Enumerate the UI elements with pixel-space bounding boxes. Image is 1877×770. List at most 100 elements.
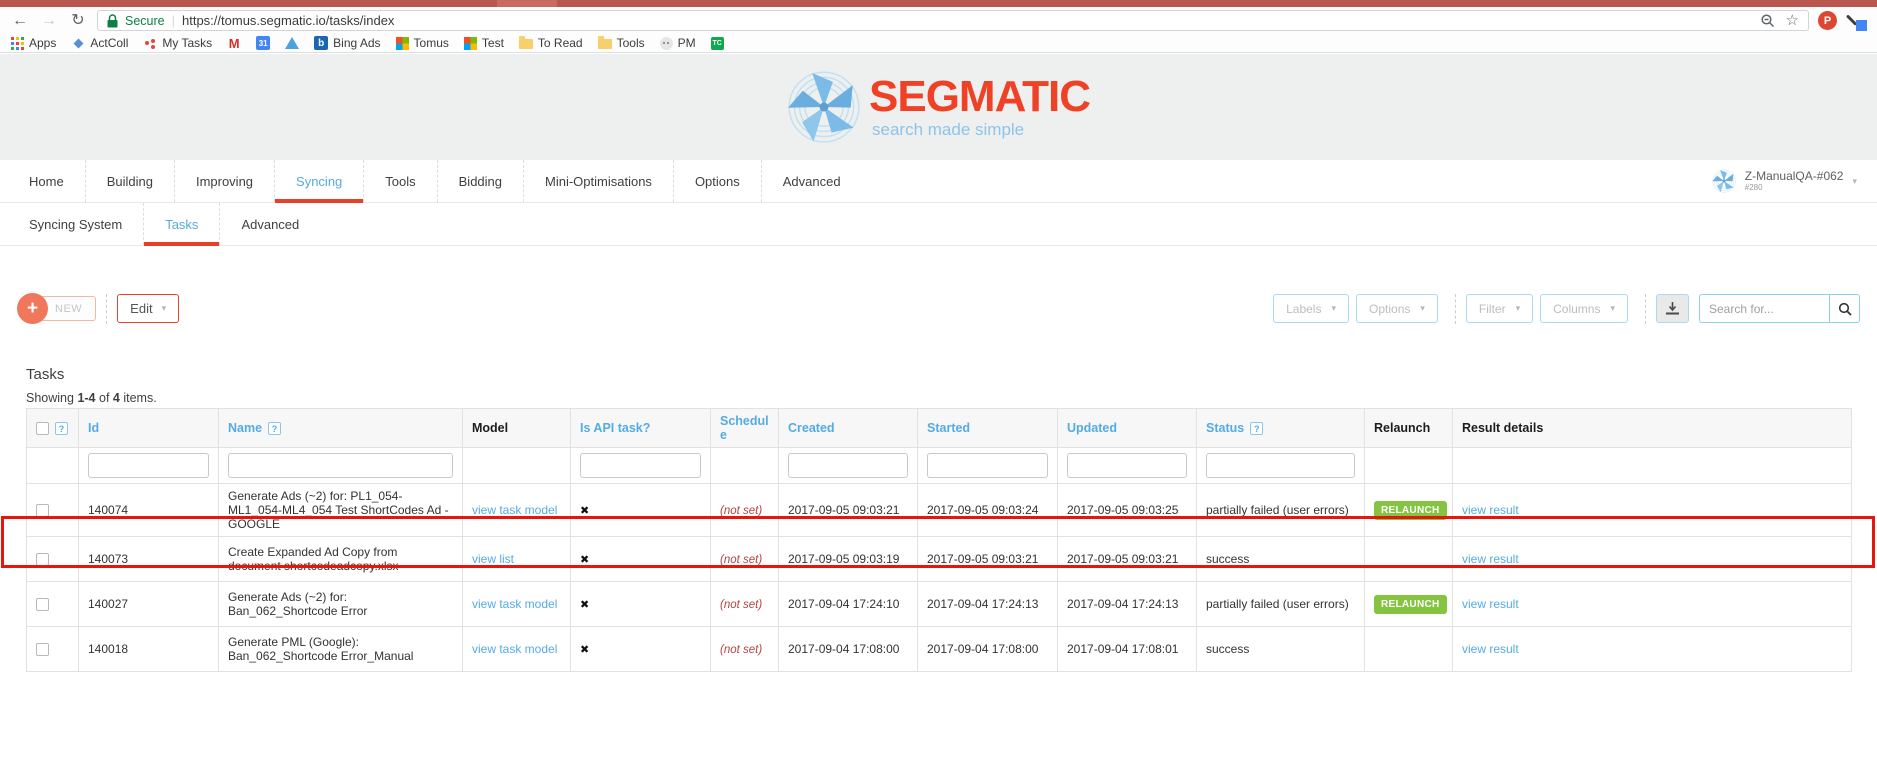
extension-p-icon[interactable]: P [1818, 11, 1837, 30]
tab-bidding[interactable]: Bidding [436, 160, 523, 202]
forward-button[interactable]: → [39, 11, 59, 31]
bookmark-my-tasks[interactable]: My Tasks [143, 36, 212, 50]
cross-icon: ✖ [580, 598, 590, 611]
user-account-menu[interactable]: Z-ManualQA-#062 #280 ▾ [1712, 160, 1877, 202]
cell-id: 140073 [78, 536, 219, 582]
help-icon[interactable]: ? [1250, 422, 1264, 435]
bookmark-actcoll[interactable]: ActColl [71, 36, 128, 50]
url-text: https://tomus.segmatic.io/tasks/index [182, 13, 395, 28]
toolbar-divider [1645, 293, 1646, 324]
filter-input-started[interactable] [927, 453, 1048, 478]
view-result-link[interactable]: view result [1462, 642, 1519, 656]
search-icon [1838, 302, 1852, 316]
cell-name: Create Expanded Ad Copy from document sh… [218, 536, 463, 582]
help-icon[interactable]: ? [55, 421, 68, 435]
bookmark-test[interactable]: Test [463, 36, 504, 50]
subtab-advanced[interactable]: Advanced [219, 203, 320, 245]
row-checkbox[interactable] [36, 504, 49, 518]
col-header-updated[interactable]: Updated [1067, 421, 1117, 435]
bookmark-analytics[interactable] [285, 37, 300, 49]
cell-created: 2017-09-05 09:03:19 [778, 536, 918, 582]
refresh-button[interactable]: ↻ [68, 11, 88, 31]
download-icon [1666, 302, 1679, 315]
new-button[interactable]: + NEW [17, 293, 97, 324]
tab-building[interactable]: Building [84, 160, 174, 202]
col-header-name[interactable]: Name [228, 421, 262, 435]
bookmarks-bar: Apps ActColl My Tasks M 31 b Bing Ads Tom… [0, 34, 1877, 53]
filter-input-id[interactable] [88, 453, 209, 478]
page-title: Tasks [26, 366, 65, 383]
bookmark-apps[interactable]: Apps [10, 36, 56, 50]
search-button[interactable] [1829, 294, 1860, 323]
row-checkbox[interactable] [36, 643, 49, 657]
cell-id: 140018 [78, 626, 219, 672]
relaunch-button[interactable]: RELAUNCH [1374, 594, 1447, 614]
col-header-id[interactable]: Id [88, 421, 99, 435]
logo-title: SEGMATIC [869, 71, 1091, 121]
col-header-schedule[interactable]: Schedule [720, 414, 769, 442]
view-result-link[interactable]: view result [1462, 552, 1519, 566]
tab-options[interactable]: Options [672, 160, 761, 202]
bookmark-gmail[interactable]: M [227, 36, 241, 51]
address-bar[interactable]: Secure | https://tomus.segmatic.io/tasks… [97, 10, 1809, 31]
masthead: SEGMATIC search made simple [0, 54, 1877, 160]
bookmark-bing-ads[interactable]: b Bing Ads [314, 36, 381, 50]
tab-improving[interactable]: Improving [173, 160, 274, 202]
main-nav: Home Building Improving Syncing Tools Bi… [0, 160, 1877, 203]
row-checkbox[interactable] [36, 553, 49, 567]
color-picker-extension-icon[interactable] [1846, 10, 1867, 31]
filter-input-created[interactable] [788, 453, 908, 478]
model-link[interactable]: view task model [472, 503, 557, 517]
relaunch-button[interactable]: RELAUNCH [1374, 500, 1447, 520]
cell-updated: 2017-09-04 17:08:01 [1057, 626, 1197, 672]
tab-syncing[interactable]: Syncing [274, 160, 364, 203]
options-dropdown-button[interactable]: Options ▾ [1356, 294, 1438, 323]
bookmark-tools[interactable]: Tools [597, 36, 645, 50]
col-header-started[interactable]: Started [927, 421, 970, 435]
subtab-syncing-system[interactable]: Syncing System [8, 203, 143, 245]
table-row-highlighted: 140073 Create Expanded Ad Copy from docu… [26, 536, 1852, 582]
browser-tab-edge [497, 0, 557, 7]
col-header-model: Model [462, 408, 571, 448]
model-link[interactable]: view list [472, 552, 514, 566]
bookmark-calendar[interactable]: 31 [256, 36, 271, 50]
bookmark-pm[interactable]: PM [659, 36, 696, 50]
row-checkbox[interactable] [36, 598, 49, 612]
cell-name: Generate Ads (~2) for: Ban_062_Shortcode… [218, 581, 463, 627]
tab-advanced[interactable]: Advanced [760, 160, 862, 202]
address-bar-divider: | [171, 13, 175, 28]
col-header-status[interactable]: Status [1206, 421, 1244, 435]
columns-dropdown-button[interactable]: Columns ▾ [1540, 294, 1628, 323]
tab-mini-optimisations[interactable]: Mini-Optimisations [523, 160, 673, 202]
filter-input-name[interactable] [228, 453, 453, 478]
cell-name: Generate PML (Google): Ban_062_Shortcode… [218, 626, 463, 672]
bookmark-to-read[interactable]: To Read [518, 36, 583, 50]
filter-input-updated[interactable] [1067, 453, 1187, 478]
bookmark-tomus[interactable]: Tomus [395, 36, 449, 50]
zoom-out-icon[interactable] [1760, 13, 1776, 29]
col-header-is-api-task[interactable]: Is API task? [580, 421, 650, 435]
filter-input-is-api-task[interactable] [580, 453, 701, 478]
view-result-link[interactable]: view result [1462, 597, 1519, 611]
help-icon[interactable]: ? [268, 422, 282, 435]
subtab-tasks[interactable]: Tasks [143, 203, 220, 246]
export-download-button[interactable] [1656, 294, 1689, 323]
view-result-link[interactable]: view result [1462, 503, 1519, 517]
bookmark-teamcity[interactable]: TC [710, 36, 724, 50]
filter-input-status[interactable] [1206, 453, 1355, 478]
labels-dropdown-button[interactable]: Labels ▾ [1273, 294, 1350, 323]
col-header-created[interactable]: Created [788, 421, 835, 435]
grid-toolbar: + NEW Edit ▾ Labels ▾ Options ▾ Filter ▾… [17, 293, 1860, 324]
model-link[interactable]: view task model [472, 642, 557, 656]
back-button[interactable]: ← [10, 11, 30, 31]
tiles-favicon-icon [395, 36, 409, 50]
bookmark-star-icon[interactable]: ☆ [1786, 13, 1799, 28]
tab-tools[interactable]: Tools [363, 160, 436, 202]
search-input[interactable] [1699, 294, 1829, 323]
select-all-checkbox[interactable] [36, 422, 49, 436]
model-link[interactable]: view task model [472, 597, 557, 611]
filter-dropdown-button[interactable]: Filter ▾ [1465, 294, 1534, 323]
segmatic-logo: SEGMATIC search made simple [787, 70, 1091, 144]
tab-home[interactable]: Home [8, 160, 85, 202]
edit-dropdown-button[interactable]: Edit ▾ [117, 294, 180, 323]
